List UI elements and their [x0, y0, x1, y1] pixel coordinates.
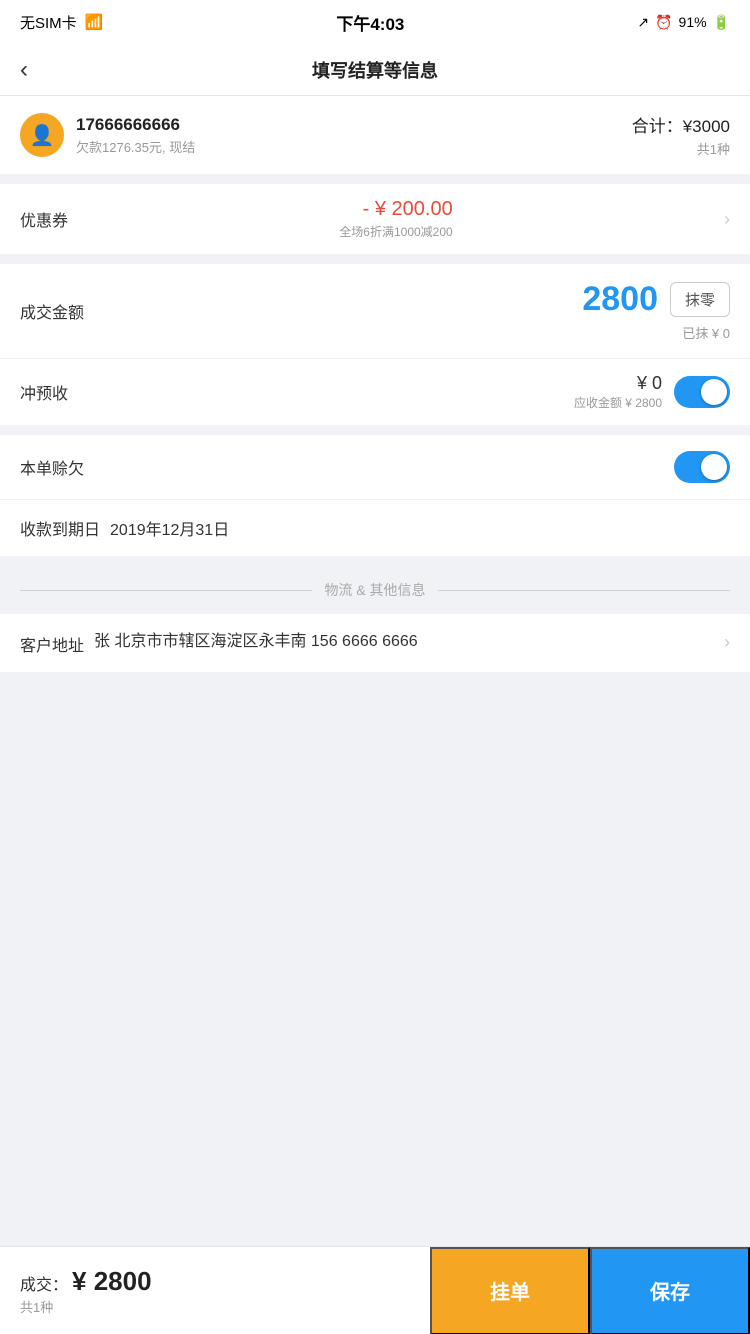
chong-value: ¥ 0	[574, 373, 662, 394]
deal-label: 成交：	[20, 1271, 68, 1295]
customer-card: 👤 17666666666 欠款1276.35元, 现结 合计：¥3000 共1…	[0, 96, 750, 174]
logistics-header-text: 物流 & 其他信息	[324, 580, 425, 600]
amount-value: 2800	[582, 280, 658, 319]
chong-sub: 应收金额 ¥ 2800	[574, 394, 662, 411]
amount-label: 成交金额	[20, 299, 84, 323]
chong-row: 冲预收 ¥ 0 应收金额 ¥ 2800	[0, 358, 750, 425]
address-row[interactable]: 客户地址 张 北京市市辖区海淀区永丰南 156 6666 6666 ›	[0, 614, 750, 672]
amount-sub: 已抹 ¥ 0	[582, 323, 730, 342]
item-count: 共1种	[632, 139, 730, 158]
total-amount: 合计：¥3000	[632, 112, 730, 137]
status-right: ↗ ⏰ 91% 🔋	[637, 14, 730, 31]
battery-icon: 🔋	[713, 14, 730, 31]
customer-sub: 欠款1276.35元, 现结	[76, 137, 195, 156]
coupon-desc: 全场6折满1000减200	[339, 223, 452, 240]
round-zero-button[interactable]: 抹零	[670, 282, 730, 317]
page-title: 填写结算等信息	[312, 57, 438, 83]
customer-phone: 17666666666	[76, 115, 195, 135]
amount-section: 成交金额 2800 抹零 已抹 ¥ 0	[0, 264, 750, 358]
alarm-icon: ⏰	[655, 14, 672, 31]
date-value: 2019年12月31日	[110, 516, 229, 540]
chong-toggle[interactable]	[674, 376, 730, 408]
header-line-left	[20, 590, 312, 591]
address-label: 客户地址	[20, 630, 84, 656]
nav-bar: ‹ 填写结算等信息	[0, 44, 750, 96]
bottom-gap	[0, 672, 750, 692]
coupon-label: 优惠券	[20, 207, 68, 231]
content: 👤 17666666666 欠款1276.35元, 现结 合计：¥3000 共1…	[0, 96, 750, 782]
no-sim-text: 无SIM卡	[20, 12, 77, 33]
coupon-chevron-icon: ›	[724, 209, 730, 230]
coupon-row[interactable]: 优惠券 - ¥ 200.00 全场6折满1000减200 ›	[0, 184, 750, 254]
date-label: 收款到期日	[20, 516, 100, 540]
coupon-amount: - ¥ 200.00	[339, 198, 452, 221]
bottom-amount: ¥ 2800	[72, 1266, 152, 1297]
customer-total: 合计：¥3000 共1种	[632, 112, 730, 158]
battery-text: 91%	[679, 14, 707, 30]
bottom-summary: 成交： ¥ 2800 共1种	[0, 1266, 430, 1316]
address-chevron-icon: ›	[724, 632, 730, 653]
section-gap-1	[0, 254, 750, 264]
address-content: 张 北京市市辖区海淀区永丰南 156 6666 6666	[94, 630, 714, 654]
location-icon: ↗	[637, 14, 649, 31]
bottom-count: 共1种	[20, 1297, 410, 1316]
avatar: 👤	[20, 113, 64, 157]
status-time: 下午4:03	[336, 10, 404, 35]
status-left: 无SIM卡 📶	[20, 12, 103, 33]
hang-button[interactable]: 挂单	[430, 1247, 590, 1334]
back-button[interactable]: ‹	[20, 56, 28, 84]
customer-info: 17666666666 欠款1276.35元, 现结	[76, 115, 195, 156]
save-button[interactable]: 保存	[590, 1247, 750, 1334]
bendan-row: 本单赊欠	[0, 435, 750, 499]
bendan-toggle[interactable]	[674, 451, 730, 483]
logistics-header: 物流 & 其他信息	[0, 566, 750, 614]
bottom-bar: 成交： ¥ 2800 共1种 挂单 保存	[0, 1246, 750, 1334]
chong-label: 冲预收	[20, 380, 68, 404]
header-line-right	[438, 590, 730, 591]
status-bar: 无SIM卡 📶 下午4:03 ↗ ⏰ 91% 🔋	[0, 0, 750, 44]
wifi-icon: 📶	[85, 13, 104, 31]
section-gap-3	[0, 556, 750, 566]
bendan-label: 本单赊欠	[20, 455, 84, 479]
section-gap-2	[0, 425, 750, 435]
date-row: 收款到期日 2019年12月31日	[0, 499, 750, 556]
